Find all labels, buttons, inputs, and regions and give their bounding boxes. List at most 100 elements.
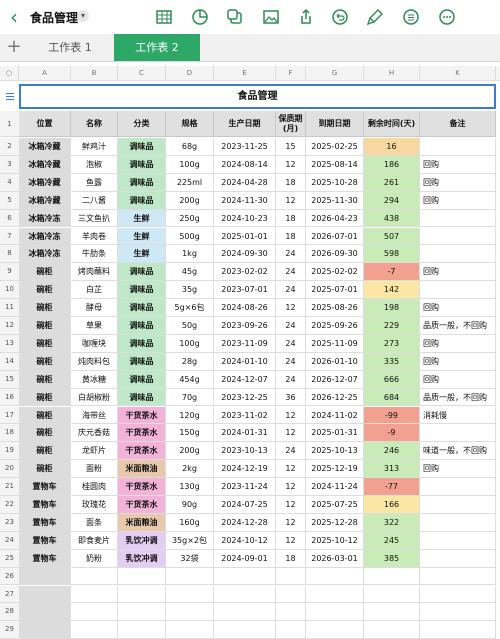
cell-name[interactable]: 白芷 <box>71 281 118 300</box>
header-cat[interactable]: 分类 <box>118 111 166 137</box>
cell-pos[interactable]: 置物车 <box>19 496 71 514</box>
row-number[interactable]: 18 <box>0 424 19 443</box>
cell-days[interactable]: 666 <box>364 370 420 389</box>
header-spec[interactable]: 规格 <box>166 111 214 137</box>
row-number[interactable]: 7 <box>0 227 19 246</box>
cell-exp[interactable]: 2026-01-10 <box>306 352 364 371</box>
cell-spec[interactable]: 68g <box>166 138 214 156</box>
cell-pos[interactable]: 冰箱冷藏 <box>19 155 71 174</box>
cell-name[interactable]: 泡椒 <box>71 155 118 174</box>
cell-cat[interactable]: 生鲜 <box>118 245 166 264</box>
cell-prod[interactable]: 2025-01-01 <box>214 227 276 246</box>
cell-days[interactable]: 598 <box>364 245 420 264</box>
row-number[interactable]: 22 <box>0 496 19 514</box>
cell-note[interactable] <box>420 424 496 443</box>
cell-pos[interactable] <box>19 603 71 622</box>
cell-prod[interactable]: 2024-11-30 <box>214 191 276 210</box>
select-all-corner[interactable]: ○ <box>0 66 19 80</box>
cell-name[interactable]: 酵母 <box>71 299 118 317</box>
cell-name[interactable]: 奶粉 <box>71 549 118 568</box>
cell-name[interactable]: 炖肉料包 <box>71 352 118 371</box>
undo-icon[interactable] <box>331 8 349 26</box>
cell-spec[interactable]: 35g×2包 <box>166 531 214 550</box>
cell-exp[interactable]: 2025-10-13 <box>306 442 364 461</box>
cell-spec[interactable]: 250g <box>166 209 214 228</box>
column-letter-k[interactable]: K <box>420 66 496 80</box>
row-number[interactable]: 10 <box>0 281 19 300</box>
cell-prod[interactable]: 2023-09-26 <box>214 317 276 335</box>
cell-exp[interactable]: 2024-11-24 <box>306 478 364 496</box>
cell-exp[interactable]: 2025-08-14 <box>306 155 364 174</box>
cell-note[interactable] <box>420 478 496 496</box>
cell-pos[interactable]: 碗柜 <box>19 299 71 317</box>
cell-name[interactable]: 黄冰糖 <box>71 370 118 389</box>
cell-cat[interactable]: 米面粮油 <box>118 460 166 479</box>
cell-name[interactable]: 海带丝 <box>71 406 118 425</box>
cell-spec[interactable]: 150g <box>166 424 214 443</box>
cell-days[interactable]: 313 <box>364 460 420 479</box>
cell-name[interactable] <box>71 621 118 639</box>
cell-prod[interactable]: 2023-12-25 <box>214 388 276 407</box>
cell-cat[interactable]: 干货茶水 <box>118 496 166 514</box>
cell-pos[interactable]: 冰箱冷藏 <box>19 138 71 156</box>
more-icon[interactable] <box>438 8 456 26</box>
cell-shelf[interactable]: 18 <box>276 209 306 228</box>
cell-spec[interactable] <box>166 603 214 622</box>
column-letter-b[interactable]: B <box>71 66 118 80</box>
cell-shelf[interactable]: 12 <box>276 424 306 443</box>
cell-spec[interactable]: 35g <box>166 281 214 300</box>
cell-prod[interactable]: 2024-12-07 <box>214 370 276 389</box>
cell-exp[interactable]: 2025-09-26 <box>306 317 364 335</box>
cell-note[interactable]: 回购 <box>420 299 496 317</box>
cell-shelf[interactable]: 12 <box>276 191 306 210</box>
cell-prod[interactable]: 2023-02-02 <box>214 263 276 282</box>
cell-name[interactable]: 鲜鸡汁 <box>71 138 118 156</box>
cell-days[interactable]: 507 <box>364 227 420 246</box>
cell-spec[interactable] <box>166 567 214 586</box>
cell-exp[interactable]: 2026-12-25 <box>306 388 364 407</box>
media-icon[interactable] <box>262 8 280 26</box>
cell-name[interactable]: 草果 <box>71 317 118 335</box>
cell-cat[interactable]: 干货茶水 <box>118 424 166 443</box>
cell-note[interactable]: 回购 <box>420 155 496 174</box>
cell-name[interactable]: 桂圆肉 <box>71 478 118 496</box>
cell-pos[interactable]: 置物车 <box>19 478 71 496</box>
cell-days[interactable]: -9 <box>364 424 420 443</box>
cell-prod[interactable]: 2023-11-02 <box>214 406 276 425</box>
cell-days[interactable]: 261 <box>364 173 420 192</box>
cell-note[interactable] <box>420 281 496 300</box>
cell-exp[interactable]: 2026-07-01 <box>306 227 364 246</box>
cell-days[interactable]: 229 <box>364 317 420 335</box>
cell-pos[interactable]: 碗柜 <box>19 388 71 407</box>
cell-days[interactable]: -77 <box>364 478 420 496</box>
cell-shelf[interactable]: 24 <box>276 352 306 371</box>
cell-name[interactable]: 三文鱼扒 <box>71 209 118 228</box>
cell-exp[interactable]: 2026-03-01 <box>306 549 364 568</box>
cell-exp[interactable]: 2025-11-09 <box>306 334 364 353</box>
cell-note[interactable]: 回购 <box>420 460 496 479</box>
cell-spec[interactable]: 5g×6包 <box>166 299 214 317</box>
cell-pos[interactable]: 碗柜 <box>19 317 71 335</box>
cell-spec[interactable]: 70g <box>166 388 214 407</box>
row-number[interactable]: 24 <box>0 531 19 550</box>
cell-prod[interactable]: 2024-12-19 <box>214 460 276 479</box>
cell-pos[interactable]: 置物车 <box>19 531 71 550</box>
row-number[interactable]: 4 <box>0 173 19 192</box>
row-number[interactable]: 6 <box>0 209 19 228</box>
column-letter-h[interactable]: H <box>364 66 420 80</box>
cell-shelf[interactable]: 12 <box>276 531 306 550</box>
cell-spec[interactable]: 2kg <box>166 460 214 479</box>
cell-name[interactable]: 二八酱 <box>71 191 118 210</box>
cell-pos[interactable] <box>19 585 71 604</box>
cell-pos[interactable]: 碗柜 <box>19 370 71 389</box>
cell-spec[interactable]: 100g <box>166 334 214 353</box>
cell-days[interactable]: 245 <box>364 531 420 550</box>
cell-spec[interactable]: 100g <box>166 155 214 174</box>
column-letter-d[interactable]: D <box>166 66 214 80</box>
row-number[interactable]: 5 <box>0 191 19 210</box>
cell-note[interactable]: 回购 <box>420 173 496 192</box>
cell-name[interactable]: 面条 <box>71 513 118 532</box>
cell-exp[interactable]: 2025-07-25 <box>306 496 364 514</box>
cell-shelf[interactable]: 12 <box>276 460 306 479</box>
cell-days[interactable]: -99 <box>364 406 420 425</box>
